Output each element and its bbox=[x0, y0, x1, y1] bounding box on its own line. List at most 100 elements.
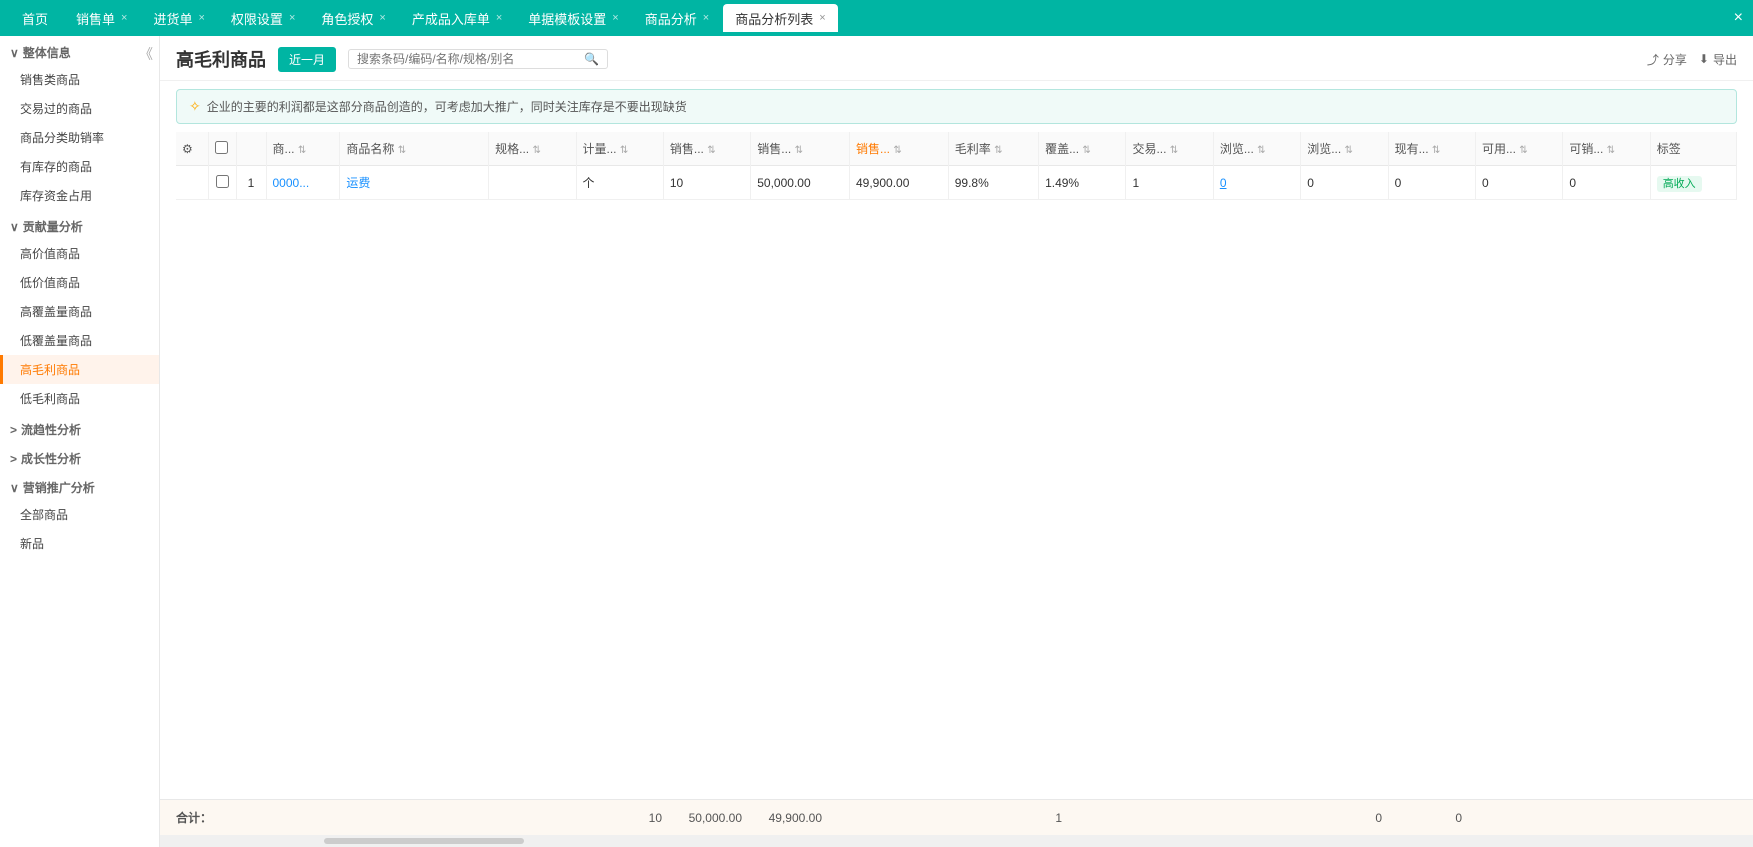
col-code[interactable]: 商... ⇅ bbox=[266, 132, 340, 166]
nav-tab-template-settings[interactable]: 单据模板设置 × bbox=[516, 4, 630, 32]
sidebar-group-trend[interactable]: > 流趋性分析 bbox=[0, 413, 159, 442]
col-browse2[interactable]: 浏览... ⇅ bbox=[1301, 132, 1388, 166]
col-tag[interactable]: 标签 bbox=[1650, 132, 1736, 166]
sidebar-item-low-value[interactable]: 低价值商品 bbox=[0, 268, 159, 297]
sidebar: 《 ∨ 整体信息 销售类商品 交易过的商品 商品分类助销率 有库存的商品 库存资… bbox=[0, 36, 160, 847]
sidebar-item-high-margin[interactable]: 高毛利商品 bbox=[0, 355, 159, 384]
search-icon[interactable]: 🔍 bbox=[584, 52, 599, 66]
row-checkbox[interactable] bbox=[208, 166, 236, 200]
share-btn[interactable]: ⤴ 分享 bbox=[1647, 51, 1687, 68]
col-sales-cost[interactable]: 销售... ⇅ bbox=[849, 132, 948, 166]
chevron-down-icon-2: ∨ bbox=[10, 220, 19, 234]
sort-code-icon: ⇅ bbox=[298, 145, 306, 156]
close-tab-7-icon[interactable]: × bbox=[819, 12, 825, 24]
row-current: 0 bbox=[1388, 166, 1475, 200]
table-container: ⚙ 商... ⇅ 商品名称 ⇅ 规格... ⇅ 计量... ⇅ 销售... ⇅ … bbox=[160, 132, 1753, 799]
col-trade[interactable]: 交易... ⇅ bbox=[1126, 132, 1213, 166]
footer-trade: 1 bbox=[988, 811, 1068, 825]
row-trade: 1 bbox=[1126, 166, 1213, 200]
col-browse1[interactable]: 浏览... ⇅ bbox=[1213, 132, 1300, 166]
nav-tab-permission-settings[interactable]: 权限设置 × bbox=[219, 4, 307, 32]
nav-tab-product-analysis-list[interactable]: 商品分析列表 × bbox=[723, 4, 837, 32]
search-input[interactable] bbox=[357, 52, 580, 66]
nav-home[interactable]: 首页 bbox=[8, 4, 62, 32]
row-num: 1 bbox=[236, 166, 266, 200]
close-tab-3-icon[interactable]: × bbox=[379, 12, 385, 24]
sort-sales-cost-icon: ⇅ bbox=[893, 145, 901, 156]
sidebar-item-low-margin[interactable]: 低毛利商品 bbox=[0, 384, 159, 413]
sidebar-item-all-goods[interactable]: 全部商品 bbox=[0, 500, 159, 529]
col-sales-qty[interactable]: 销售... ⇅ bbox=[663, 132, 750, 166]
nav-tab-sales-order[interactable]: 销售单 × bbox=[64, 4, 139, 32]
sort-trade-icon: ⇅ bbox=[1170, 145, 1178, 156]
col-unit[interactable]: 计量... ⇅ bbox=[576, 132, 663, 166]
page-title: 高毛利商品 bbox=[176, 46, 266, 72]
row-browse1[interactable]: 0 bbox=[1213, 166, 1300, 200]
export-btn[interactable]: ⬇ 导出 bbox=[1699, 51, 1737, 68]
nav-tab-purchase-order[interactable]: 进货单 × bbox=[141, 4, 216, 32]
horizontal-scrollbar[interactable] bbox=[160, 835, 1753, 847]
col-gross-rate[interactable]: 毛利率 ⇅ bbox=[948, 132, 1038, 166]
row-code[interactable]: 0000... bbox=[266, 166, 340, 200]
settings-icon[interactable]: ⚙ bbox=[182, 142, 193, 156]
sidebar-item-traded-goods[interactable]: 交易过的商品 bbox=[0, 94, 159, 123]
chevron-down-icon: ∨ bbox=[10, 46, 19, 60]
sidebar-item-stocked-goods[interactable]: 有库存的商品 bbox=[0, 152, 159, 181]
content-header: 高毛利商品 近一月 🔍 ⤴ 分享 ⬇ 导出 bbox=[160, 36, 1753, 81]
col-checkbox[interactable] bbox=[208, 132, 236, 166]
chevron-right-icon-2: > bbox=[10, 452, 17, 466]
col-sales-amount[interactable]: 销售... ⇅ bbox=[751, 132, 850, 166]
col-settings[interactable]: ⚙ bbox=[176, 132, 208, 166]
sidebar-item-sales-goods[interactable]: 销售类商品 bbox=[0, 65, 159, 94]
chevron-right-icon: > bbox=[10, 423, 17, 437]
sidebar-group-marketing[interactable]: ∨ 营销推广分析 bbox=[0, 471, 159, 500]
close-tab-0-icon[interactable]: × bbox=[121, 12, 127, 24]
row-settings bbox=[176, 166, 208, 200]
tag-badge: 高收入 bbox=[1657, 176, 1702, 192]
footer-available: 0 bbox=[1308, 811, 1388, 825]
row-spec bbox=[489, 166, 576, 200]
col-spec[interactable]: 规格... ⇅ bbox=[489, 132, 576, 166]
sidebar-item-new-goods[interactable]: 新品 bbox=[0, 529, 159, 558]
col-num bbox=[236, 132, 266, 166]
sidebar-item-high-coverage[interactable]: 高覆盖量商品 bbox=[0, 297, 159, 326]
row-browse2: 0 bbox=[1301, 166, 1388, 200]
nav-tab-role-auth[interactable]: 角色授权 × bbox=[309, 4, 397, 32]
table-header-row: ⚙ 商... ⇅ 商品名称 ⇅ 规格... ⇅ 计量... ⇅ 销售... ⇅ … bbox=[176, 132, 1737, 166]
close-tab-6-icon[interactable]: × bbox=[703, 12, 709, 24]
close-tab-1-icon[interactable]: × bbox=[198, 12, 204, 24]
col-current[interactable]: 现有... ⇅ bbox=[1388, 132, 1475, 166]
col-name[interactable]: 商品名称 ⇅ bbox=[340, 132, 489, 166]
footer-sales-amount: 50,000.00 bbox=[668, 811, 748, 825]
sort-sales-qty-icon: ⇅ bbox=[707, 145, 715, 156]
sidebar-group-contribution[interactable]: ∨ 贡献量分析 bbox=[0, 210, 159, 239]
search-box: 🔍 bbox=[348, 49, 608, 69]
close-tab-4-icon[interactable]: × bbox=[496, 12, 502, 24]
sidebar-collapse-btn[interactable]: 《 bbox=[139, 44, 153, 64]
info-banner: ✧ 企业的主要的利润都是这部分商品创造的，可考虑加大推广，同时关注库存是不要出现… bbox=[176, 89, 1737, 124]
nav-tab-product-storage[interactable]: 产成品入库单 × bbox=[400, 4, 514, 32]
col-available[interactable]: 可用... ⇅ bbox=[1475, 132, 1562, 166]
export-icon: ⬇ bbox=[1699, 52, 1709, 66]
sidebar-group-growth[interactable]: > 成长性分析 bbox=[0, 442, 159, 471]
info-icon: ✧ bbox=[189, 98, 201, 115]
filter-recent-month-btn[interactable]: 近一月 bbox=[278, 47, 336, 72]
sidebar-group-overall[interactable]: ∨ 整体信息 bbox=[0, 36, 159, 65]
window-close-icon[interactable]: × bbox=[1734, 10, 1743, 26]
sidebar-item-stock-capital[interactable]: 库存资金占用 bbox=[0, 181, 159, 210]
close-tab-2-icon[interactable]: × bbox=[289, 12, 295, 24]
sidebar-item-category-rate[interactable]: 商品分类助销率 bbox=[0, 123, 159, 152]
row-name[interactable]: 运费 bbox=[340, 166, 489, 200]
close-tab-5-icon[interactable]: × bbox=[612, 12, 618, 24]
scrollbar-thumb[interactable] bbox=[324, 838, 524, 844]
sort-saleable-icon: ⇅ bbox=[1607, 145, 1615, 156]
sidebar-item-low-coverage[interactable]: 低覆盖量商品 bbox=[0, 326, 159, 355]
col-cover-rate[interactable]: 覆盖... ⇅ bbox=[1039, 132, 1126, 166]
row-select-checkbox[interactable] bbox=[216, 175, 229, 188]
sidebar-item-high-value[interactable]: 高价值商品 bbox=[0, 239, 159, 268]
header-actions: ⤴ 分享 ⬇ 导出 bbox=[1647, 51, 1737, 68]
col-saleable[interactable]: 可销... ⇅ bbox=[1563, 132, 1650, 166]
nav-tab-product-analysis[interactable]: 商品分析 × bbox=[633, 4, 721, 32]
select-all-checkbox[interactable] bbox=[215, 141, 228, 154]
sort-sales-amount-icon: ⇅ bbox=[795, 145, 803, 156]
